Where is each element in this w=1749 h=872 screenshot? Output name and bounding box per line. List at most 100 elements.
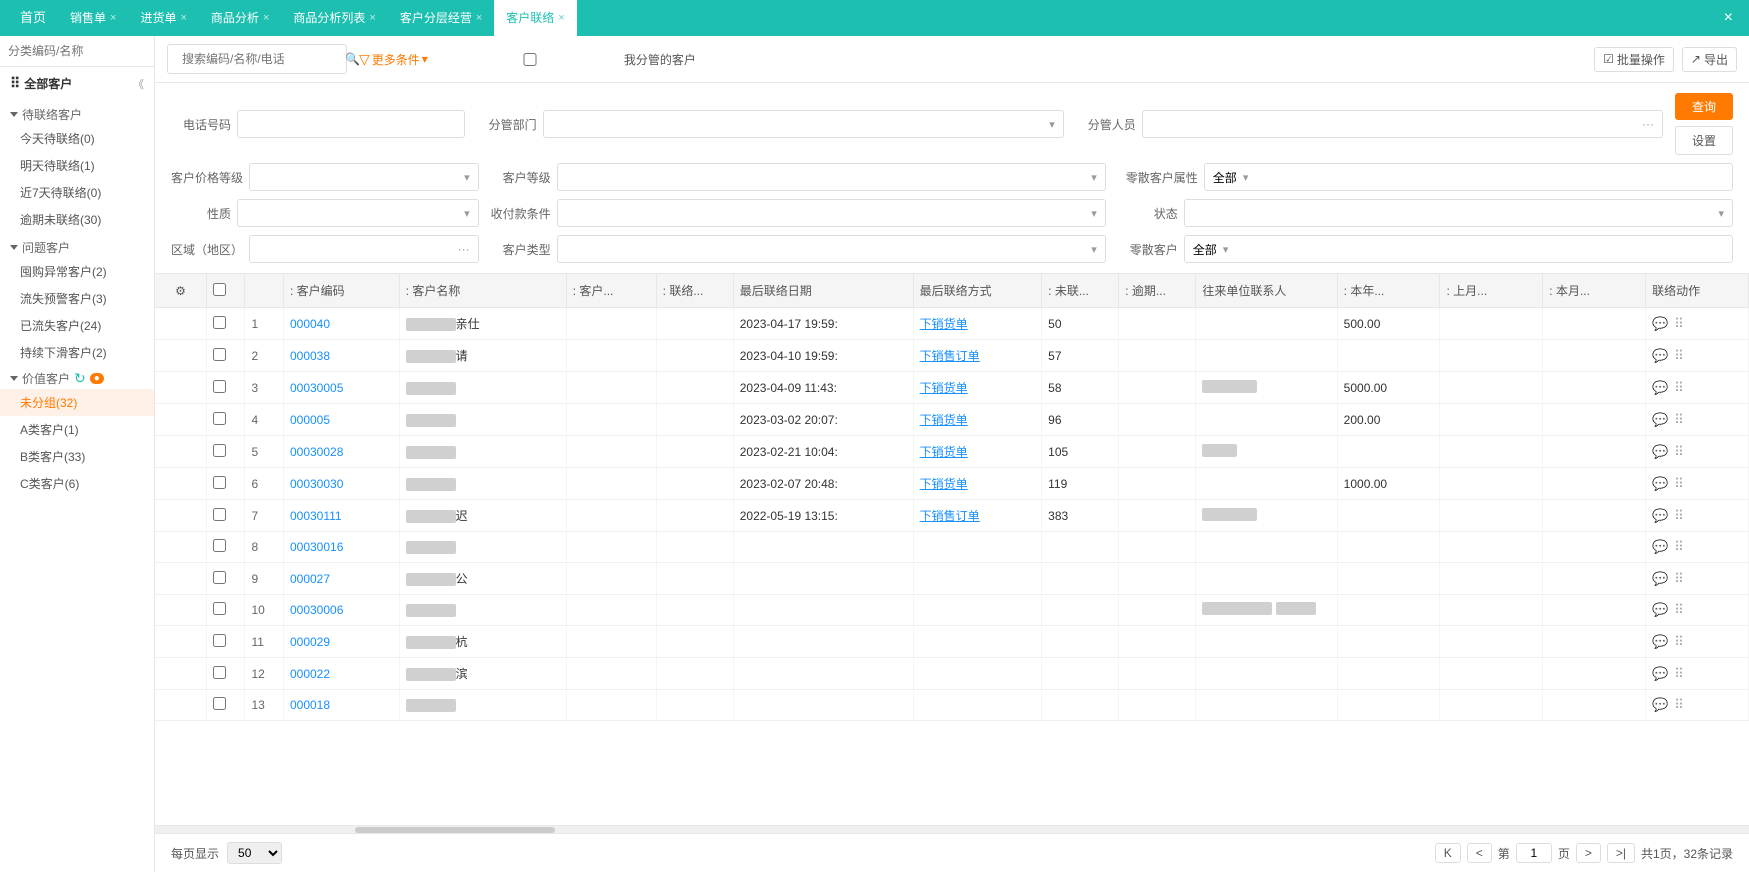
row-checkbox[interactable] xyxy=(213,508,226,521)
sidebar-item-today-pending[interactable]: 今天待联络(0) xyxy=(0,125,154,152)
filter-retail-attr-select[interactable]: 全部 xyxy=(1204,163,1733,191)
message-icon[interactable]: 💬 xyxy=(1652,412,1668,428)
col-code[interactable]: : 客户编码 xyxy=(283,274,399,308)
current-page-input[interactable] xyxy=(1516,843,1552,863)
contact-method-link[interactable]: 下销货单 xyxy=(920,381,968,395)
message-icon[interactable]: 💬 xyxy=(1652,348,1668,364)
sidebar-item-tomorrow-pending[interactable]: 明天待联络(1) xyxy=(0,152,154,179)
sidebar-item-overdue-pending[interactable]: 逾期未联络(30) xyxy=(0,206,154,233)
nav-tab-customer-contact[interactable]: 客户联络 × xyxy=(494,0,576,36)
sidebar-collapse-icon[interactable]: 《 xyxy=(133,76,144,92)
message-icon[interactable]: 💬 xyxy=(1652,539,1668,555)
grid-icon[interactable]: ⠿ xyxy=(1674,666,1684,682)
filter-status-select[interactable] xyxy=(1184,199,1733,227)
filter-dept-select[interactable] xyxy=(543,110,1064,138)
col-this-year[interactable]: : 本年... xyxy=(1337,274,1440,308)
filter-phone-input[interactable] xyxy=(237,110,465,138)
message-icon[interactable]: 💬 xyxy=(1652,380,1668,396)
message-icon[interactable]: 💬 xyxy=(1652,508,1668,524)
grid-icon[interactable]: ⠿ xyxy=(1674,571,1684,587)
my-customers-checkbox[interactable] xyxy=(440,53,620,66)
sidebar-item-class-b[interactable]: B类客户(33) xyxy=(0,443,154,470)
message-icon[interactable]: 💬 xyxy=(1652,602,1668,618)
close-customer-contact-tab[interactable]: × xyxy=(558,0,564,36)
filter-retail-select[interactable]: 全部 xyxy=(1184,235,1733,263)
grid-icon[interactable]: ⠿ xyxy=(1674,602,1684,618)
nav-tab-product-analysis[interactable]: 商品分析 × xyxy=(199,0,281,36)
row-checkbox[interactable] xyxy=(213,444,226,457)
filter-payment-select[interactable] xyxy=(557,199,1106,227)
contact-method-link[interactable]: 下销货单 xyxy=(920,445,968,459)
select-all-checkbox[interactable] xyxy=(213,283,226,296)
search-input[interactable] xyxy=(174,48,345,70)
message-icon[interactable]: 💬 xyxy=(1652,697,1668,713)
nav-home[interactable]: 首页 xyxy=(8,0,58,36)
sidebar-group-pending[interactable]: 待联络客户 xyxy=(0,100,154,125)
filter-customer-type-select[interactable] xyxy=(557,235,1106,263)
col-contacts[interactable]: 往来单位联系人 xyxy=(1196,274,1337,308)
sidebar-item-ungrouped[interactable]: 未分组(32) xyxy=(0,389,154,416)
nav-tab-product-analysis-list[interactable]: 商品分析列表 × xyxy=(281,0,387,36)
row-checkbox[interactable] xyxy=(213,634,226,647)
col-type[interactable]: : 客户... xyxy=(566,274,656,308)
col-contact[interactable]: : 联络... xyxy=(656,274,733,308)
filter-price-level-select[interactable] xyxy=(249,163,479,191)
row-checkbox[interactable] xyxy=(213,476,226,489)
message-icon[interactable]: 💬 xyxy=(1652,476,1668,492)
grid-icon[interactable]: ⠿ xyxy=(1674,348,1684,364)
message-icon[interactable]: 💬 xyxy=(1652,571,1668,587)
sidebar-item-7day-pending[interactable]: 近7天待联络(0) xyxy=(0,179,154,206)
grid-icon[interactable]: ⠿ xyxy=(1674,697,1684,713)
col-last-month[interactable]: : 上月... xyxy=(1440,274,1543,308)
horizontal-scrollbar[interactable] xyxy=(155,825,1749,833)
contact-method-link[interactable]: 下销货单 xyxy=(920,413,968,427)
per-page-select[interactable]: 50 100 200 xyxy=(227,842,282,864)
reset-btn[interactable]: 设置 xyxy=(1675,126,1733,155)
col-uncontacted[interactable]: : 未联... xyxy=(1042,274,1119,308)
last-page-btn[interactable]: >| xyxy=(1607,843,1635,863)
row-checkbox[interactable] xyxy=(213,348,226,361)
contact-method-link[interactable]: 下销货单 xyxy=(920,317,968,331)
nav-tab-customer-segment[interactable]: 客户分层经营 × xyxy=(388,0,494,36)
row-checkbox[interactable] xyxy=(213,539,226,552)
nav-tab-purchase[interactable]: 进货单 × xyxy=(128,0,198,36)
sidebar-item-class-a[interactable]: A类客户(1) xyxy=(0,416,154,443)
batch-operation-btn[interactable]: ☑ 批量操作 xyxy=(1594,47,1674,72)
prev-page-btn[interactable]: < xyxy=(1467,843,1492,863)
contact-method-link[interactable]: 下销售订单 xyxy=(920,509,980,523)
sidebar-item-declining[interactable]: 持续下滑客户(2) xyxy=(0,339,154,366)
scroll-thumb[interactable] xyxy=(355,827,555,833)
filter-region-select[interactable]: ··· xyxy=(249,235,479,263)
close-sales-tab[interactable]: × xyxy=(110,0,116,36)
col-this-month[interactable]: : 本月... xyxy=(1543,274,1646,308)
grid-icon[interactable]: ⠿ xyxy=(1674,508,1684,524)
row-checkbox[interactable] xyxy=(213,380,226,393)
grid-icon[interactable]: ⠿ xyxy=(1674,476,1684,492)
row-checkbox[interactable] xyxy=(213,316,226,329)
row-checkbox[interactable] xyxy=(213,571,226,584)
grid-icon[interactable]: ⠿ xyxy=(1674,412,1684,428)
message-icon[interactable]: 💬 xyxy=(1652,316,1668,332)
message-icon[interactable]: 💬 xyxy=(1652,444,1668,460)
grid-icon[interactable]: ⠿ xyxy=(1674,539,1684,555)
window-close-btn[interactable]: × xyxy=(1716,9,1741,27)
sidebar-item-class-c[interactable]: C类客户(6) xyxy=(0,470,154,497)
close-purchase-tab[interactable]: × xyxy=(180,0,186,36)
grid-icon[interactable]: ⠿ xyxy=(1674,380,1684,396)
col-settings[interactable]: ⚙ xyxy=(155,274,206,308)
message-icon[interactable]: 💬 xyxy=(1652,666,1668,682)
nav-tab-sales[interactable]: 销售单 × xyxy=(58,0,128,36)
filter-customer-level-select[interactable] xyxy=(557,163,1106,191)
person-more-icon[interactable]: ··· xyxy=(1642,117,1654,131)
row-checkbox[interactable] xyxy=(213,697,226,710)
col-overdue[interactable]: : 逾期... xyxy=(1119,274,1196,308)
search-btn[interactable]: 查询 xyxy=(1675,93,1733,120)
sidebar-search-input[interactable] xyxy=(8,44,155,58)
sidebar-group-value[interactable]: 价值客户 ↻ ● xyxy=(0,366,154,389)
search-icon[interactable]: 🔍 xyxy=(345,52,360,66)
first-page-btn[interactable]: K xyxy=(1435,843,1461,863)
sidebar-group-problem[interactable]: 问题客户 xyxy=(0,233,154,258)
grid-icon[interactable]: ⠿ xyxy=(1674,444,1684,460)
contact-method-link[interactable]: 下销货单 xyxy=(920,477,968,491)
col-last-contact-date[interactable]: 最后联络日期 xyxy=(733,274,913,308)
